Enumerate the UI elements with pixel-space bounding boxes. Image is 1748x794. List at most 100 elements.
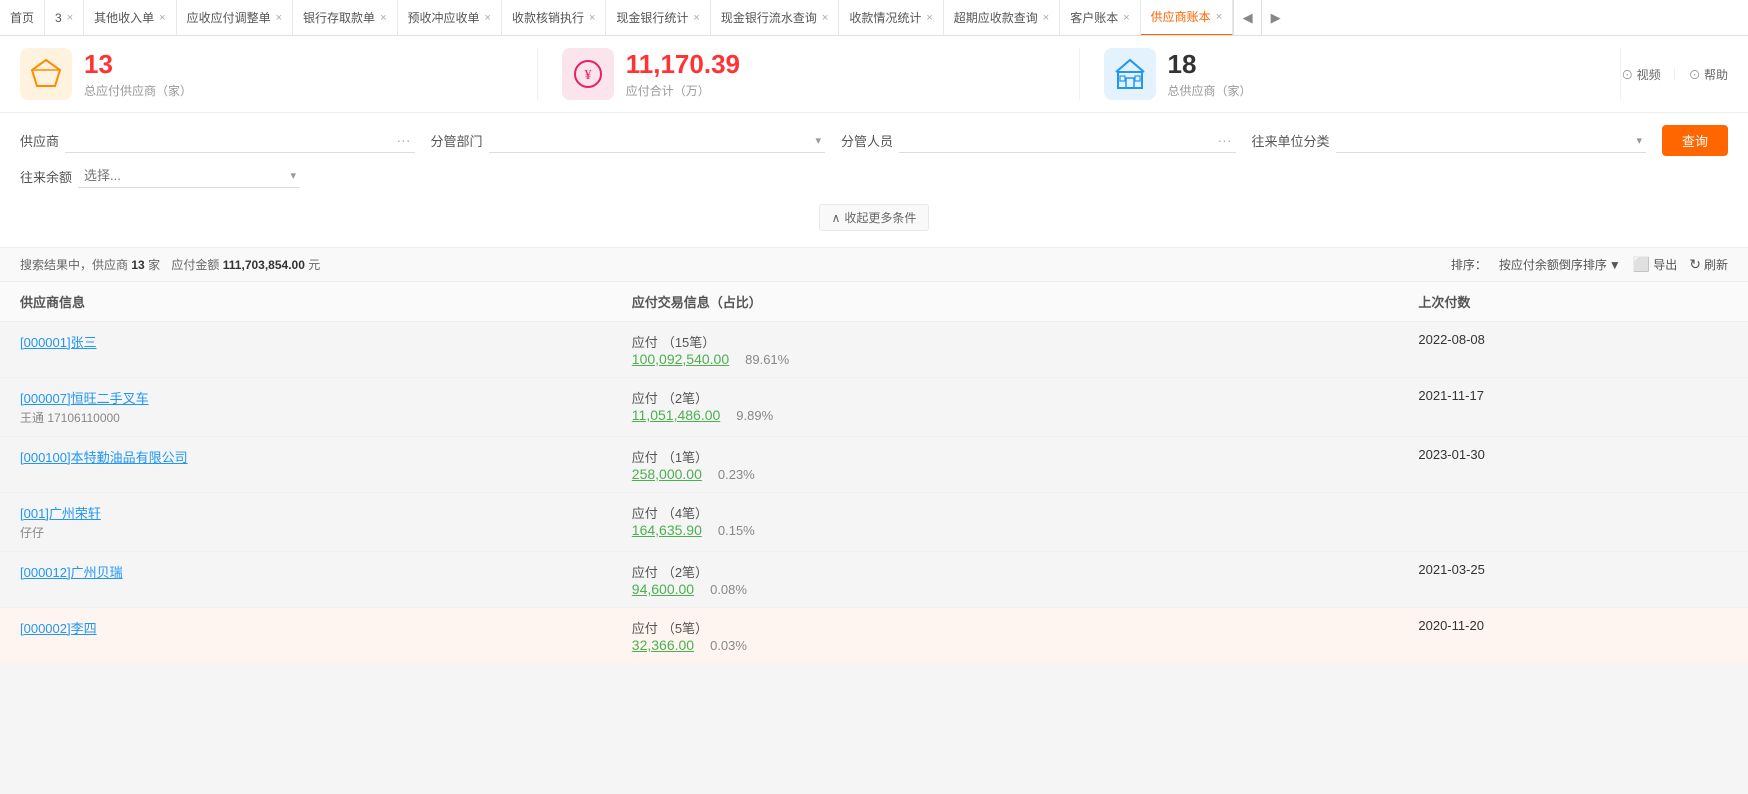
tx-amount[interactable]: 11,051,486.00 bbox=[632, 407, 721, 423]
nav-tab-advance-verify-close[interactable]: × bbox=[485, 12, 491, 24]
toolbar-actions: 排序： 按应付余额倒序排序 ▼ ⬜ 导出 ↻ 刷新 bbox=[1451, 256, 1728, 273]
nav-tab-customer-account-close[interactable]: × bbox=[1123, 12, 1129, 24]
tx-cell: 应付（1笔）258,000.000.23% bbox=[612, 437, 1399, 493]
nav-arrow-right[interactable]: ▶ bbox=[1261, 0, 1289, 36]
nav-tab-cash-bank-stat[interactable]: 现金银行统计 × bbox=[606, 0, 710, 36]
nav-tab-bank-deposit-label: 银行存取款单 bbox=[303, 9, 375, 26]
nav-tab-verify-exec[interactable]: 收款核销执行 × bbox=[502, 0, 606, 36]
nav-tab-collect-stat-close[interactable]: × bbox=[926, 12, 932, 24]
supplier-link[interactable]: [000001]张三 bbox=[20, 335, 97, 350]
sort-label: 排序： bbox=[1451, 256, 1487, 273]
query-button[interactable]: 查询 bbox=[1662, 125, 1728, 156]
ap-total-num: 11,170.39 bbox=[626, 49, 740, 80]
nav-tab-home-label: 首页 bbox=[10, 9, 34, 26]
supplier-link[interactable]: [000002]李四 bbox=[20, 621, 97, 636]
tx-pct: 0.15% bbox=[718, 523, 755, 538]
nav-tab-ap-adjust-close[interactable]: × bbox=[276, 12, 282, 24]
nav-tab-customer-account[interactable]: 客户账本 × bbox=[1060, 0, 1140, 36]
tx-amount[interactable]: 32,366.00 bbox=[632, 637, 694, 653]
person-input[interactable] bbox=[899, 129, 1217, 152]
total-suppliers-num: 18 bbox=[1168, 49, 1252, 80]
tx-count-label: （1笔） bbox=[662, 450, 708, 465]
nav-tab-overdue-query-close[interactable]: × bbox=[1043, 12, 1049, 24]
nav-tab-ap-adjust[interactable]: 应收应付调整单 × bbox=[177, 0, 293, 36]
nav-tab-cash-bank-stat-close[interactable]: × bbox=[693, 12, 699, 24]
tx-amount[interactable]: 258,000.00 bbox=[632, 466, 702, 482]
sort-select[interactable]: 按应付余额倒序排序 ▼ bbox=[1499, 256, 1621, 273]
nav-tab-cash-bank-flow-close[interactable]: × bbox=[822, 12, 828, 24]
refresh-icon: ↻ bbox=[1689, 256, 1701, 273]
supplier-link[interactable]: [001]广州荣轩 bbox=[20, 506, 101, 521]
video-link[interactable]: ⊙ 视频 bbox=[1621, 66, 1660, 83]
refresh-button[interactable]: ↻ 刷新 bbox=[1689, 256, 1728, 273]
summary-card-total-suppliers: 18 总供应商（家） bbox=[1080, 48, 1622, 100]
supplier-dots-icon[interactable]: ··· bbox=[397, 132, 415, 148]
extra-cell bbox=[1661, 608, 1748, 664]
export-button[interactable]: ⬜ 导出 bbox=[1633, 256, 1677, 273]
person-dots-icon[interactable]: ··· bbox=[1218, 132, 1236, 148]
nav-tab-collect-stat[interactable]: 收款情况统计 × bbox=[839, 0, 943, 36]
nav-tab-verify-exec-close[interactable]: × bbox=[589, 12, 595, 24]
nav-tab-bank-deposit-close[interactable]: × bbox=[380, 12, 386, 24]
nav-tab-home[interactable]: 首页 bbox=[0, 0, 45, 36]
nav-tab-3[interactable]: 3 × bbox=[45, 0, 84, 36]
supplier-sub-info: 仔仔 bbox=[20, 524, 592, 541]
last-pay-cell bbox=[1398, 493, 1660, 552]
supplier-link[interactable]: [000007]恒旺二手叉车 bbox=[20, 391, 149, 406]
nav-tab-other-income-close[interactable]: × bbox=[159, 12, 165, 24]
last-pay-cell: 2021-03-25 bbox=[1398, 552, 1660, 608]
video-label: 视频 bbox=[1637, 68, 1661, 82]
collapse-button[interactable]: ∧ 收起更多条件 bbox=[819, 204, 930, 231]
table-row: [000007]恒旺二手叉车王通 17106110000应付（2笔）11,051… bbox=[0, 378, 1748, 437]
nav-tab-bank-deposit[interactable]: 银行存取款单 × bbox=[293, 0, 397, 36]
nav-tab-3-label: 3 bbox=[55, 11, 62, 25]
help-link[interactable]: ⊙ 帮助 bbox=[1689, 66, 1728, 83]
nav-tab-other-income[interactable]: 其他收入单 × bbox=[84, 0, 176, 36]
extra-cell bbox=[1661, 378, 1748, 437]
supplier-link[interactable]: [000100]本特勤油品有限公司 bbox=[20, 450, 188, 465]
tx-type-label: 应付 bbox=[632, 506, 658, 521]
tx-pct: 89.61% bbox=[745, 352, 789, 367]
nav-tab-supplier-account[interactable]: 供应商账本 × bbox=[1141, 0, 1233, 36]
extra-cell bbox=[1661, 437, 1748, 493]
person-label: 分管人员 bbox=[841, 131, 893, 150]
balance-input[interactable] bbox=[78, 164, 290, 187]
tx-count-label: （15笔） bbox=[662, 335, 715, 350]
tx-type-label: 应付 bbox=[632, 335, 658, 350]
nav-tab-supplier-account-close[interactable]: × bbox=[1216, 11, 1222, 23]
table-toolbar: 搜索结果中，供应商 13 家 应付金额 111,703,854.00 元 排序：… bbox=[0, 248, 1748, 282]
nav-tab-cash-bank-flow[interactable]: 现金银行流水查询 × bbox=[711, 0, 839, 36]
tx-amount[interactable]: 100,092,540.00 bbox=[632, 351, 729, 367]
table-row: [000100]本特勤油品有限公司应付（1笔）258,000.000.23%20… bbox=[0, 437, 1748, 493]
supplier-link[interactable]: [000012]广州贝瑞 bbox=[20, 565, 123, 580]
table-body: [000001]张三应付（15笔）100,092,540.0089.61%202… bbox=[0, 322, 1748, 664]
tx-amount[interactable]: 164,635.90 bbox=[632, 522, 702, 538]
category-arrow-down-icon[interactable]: ▾ bbox=[1636, 134, 1646, 147]
help-icon: ⊙ bbox=[1689, 68, 1701, 82]
card-content-ap-total: 11,170.39 应付合计（万） bbox=[626, 49, 740, 99]
tx-amount[interactable]: 94,600.00 bbox=[632, 581, 694, 597]
balance-arrow-down-icon[interactable]: ▾ bbox=[290, 169, 300, 182]
nav-tab-cash-bank-flow-label: 现金银行流水查询 bbox=[721, 9, 817, 26]
data-table: 供应商信息 应付交易信息（占比） 上次付数 [000001]张三应付（15笔）1… bbox=[0, 282, 1748, 663]
category-input[interactable] bbox=[1336, 129, 1637, 152]
nav-tab-overdue-query[interactable]: 超期应收款查询 × bbox=[944, 0, 1060, 36]
result-text: 搜索结果中，供应商 13 家 应付金额 111,703,854.00 元 bbox=[20, 256, 320, 273]
dept-arrow-down-icon[interactable]: ▾ bbox=[815, 134, 825, 147]
supplier-sub-info: 王通 17106110000 bbox=[20, 409, 592, 426]
coin-icon: ¥ bbox=[562, 48, 614, 100]
supplier-cell: [000012]广州贝瑞 bbox=[0, 552, 612, 608]
supplier-cell: [001]广州荣轩仔仔 bbox=[0, 493, 612, 552]
supplier-input[interactable] bbox=[65, 129, 396, 152]
th-supplier: 供应商信息 bbox=[0, 282, 612, 322]
nav-tab-3-close[interactable]: × bbox=[67, 12, 73, 24]
export-label: 导出 bbox=[1653, 256, 1677, 273]
amount-prefix: 应付金额 bbox=[171, 258, 219, 272]
nav-tab-advance-verify[interactable]: 预收冲应收单 × bbox=[398, 0, 502, 36]
tx-pct: 0.23% bbox=[718, 467, 755, 482]
nav-arrow-left[interactable]: ◀ bbox=[1233, 0, 1261, 36]
filter-category: 往来单位分类 ▾ bbox=[1252, 129, 1647, 153]
top-nav: 首页 3 × 其他收入单 × 应收应付调整单 × 银行存取款单 × 预收冲应收单… bbox=[0, 0, 1748, 36]
dept-input[interactable] bbox=[489, 129, 816, 152]
nav-tab-customer-account-label: 客户账本 bbox=[1070, 9, 1118, 26]
